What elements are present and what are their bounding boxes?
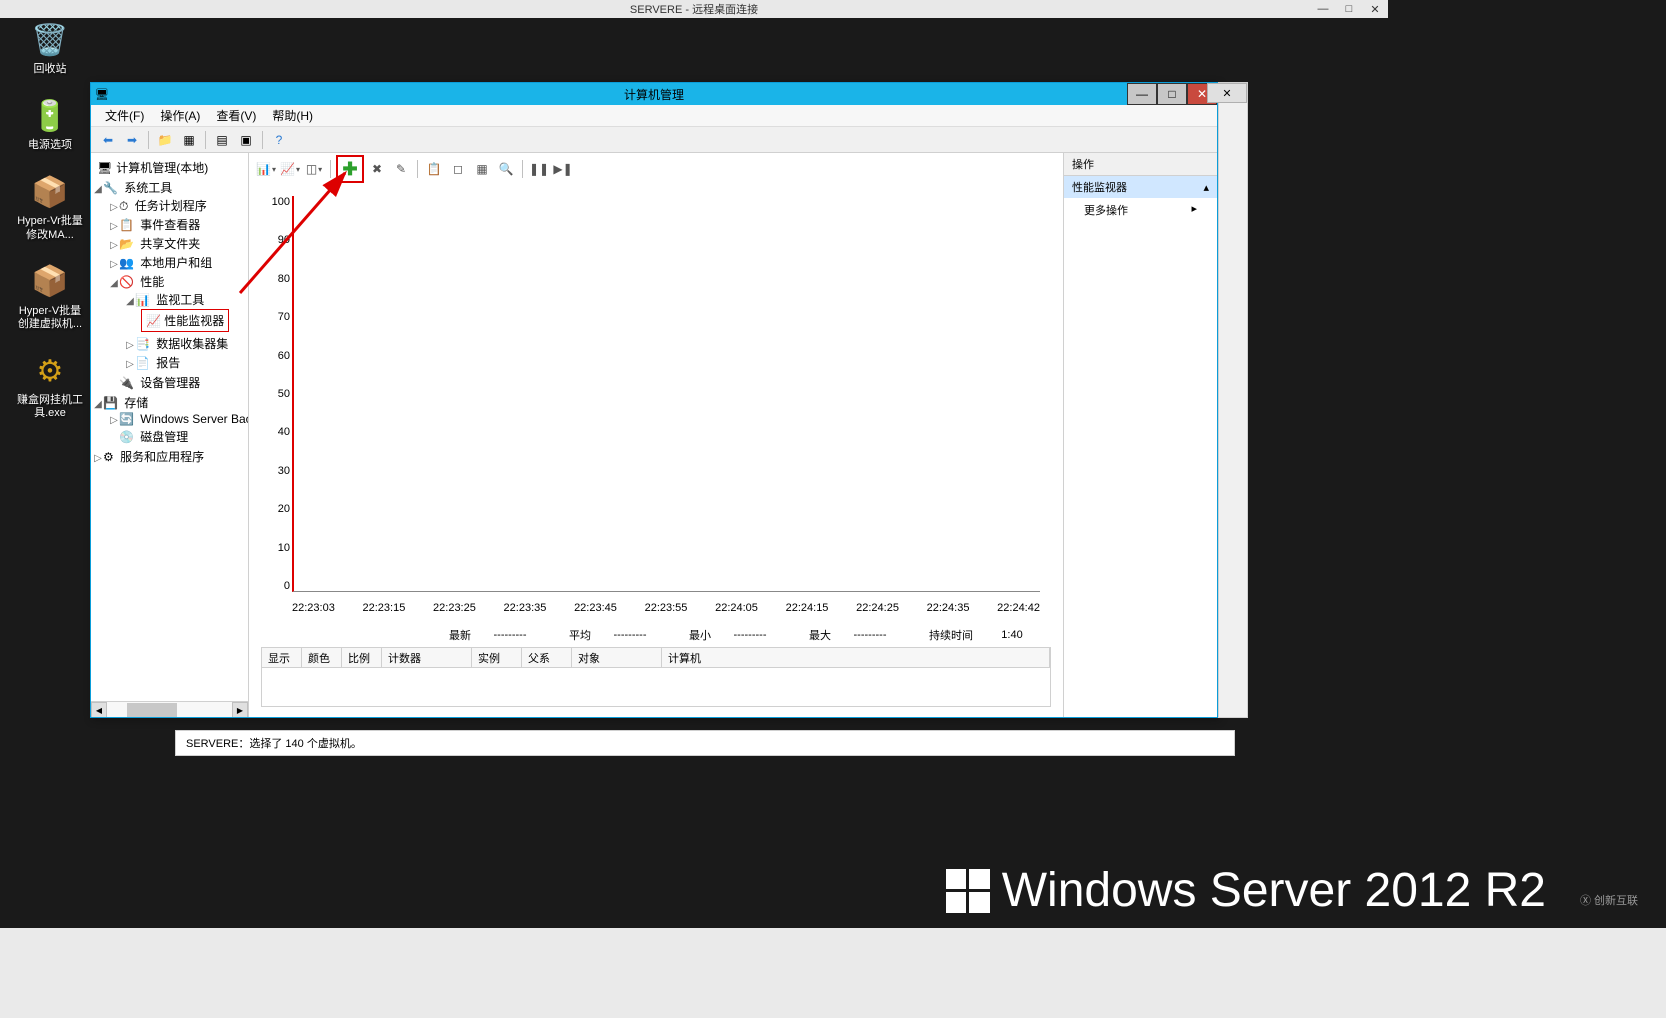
col-computer[interactable]: 计算机 (662, 648, 1050, 667)
desktop-icon-power[interactable]: 🔋 电源选项 (15, 96, 85, 152)
tree-system-tools[interactable]: 系统工具 (121, 180, 175, 196)
rdp-title-text: SERVERE - 远程桌面连接 (630, 1, 758, 17)
desktop-icon-tool[interactable]: ⚙ 赚盒网挂机工具.exe (15, 351, 85, 420)
archive-icon: 📦 (30, 172, 70, 212)
stats-row: 最新--------- 平均--------- 最小--------- 最大--… (253, 623, 1059, 647)
background-close[interactable]: ✕ (1207, 83, 1247, 103)
view-log-icon[interactable]: ◫ (303, 158, 325, 180)
main-panel: 📊 📈 ◫ ✚ ✖ ✎ 📋 ◻ ▦ 🔍 (249, 153, 1063, 717)
tree-event-viewer[interactable]: 事件查看器 (137, 217, 203, 233)
performance-chart[interactable]: 1009080706050403020100 22:23:0322:23:152… (261, 185, 1051, 623)
status-bar: SERVERE：选择了 140 个虚拟机。 (175, 730, 1235, 756)
tree-root[interactable]: 🖥 计算机管理(本地) (93, 157, 246, 178)
col-scale[interactable]: 比例 (342, 648, 382, 667)
paste-icon[interactable]: ◻ (447, 158, 469, 180)
col-instance[interactable]: 实例 (472, 648, 522, 667)
windows-icon (946, 869, 990, 913)
zoom-icon[interactable]: 🔍 (495, 158, 517, 180)
tree-storage[interactable]: 存储 (121, 395, 151, 411)
archive-icon: 📦 (30, 262, 70, 302)
tree-monitoring-tools[interactable]: 监视工具 (153, 292, 207, 308)
counter-table[interactable]: 显示 颜色 比例 计数器 实例 父系 对象 计算机 (261, 647, 1051, 707)
tree-scrollbar[interactable]: ◀ ▶ (91, 701, 248, 717)
col-counter[interactable]: 计数器 (382, 648, 472, 667)
menu-help[interactable]: 帮助(H) (266, 105, 319, 126)
battery-icon: 🔋 (30, 96, 70, 136)
cm-menubar: 文件(F) 操作(A) 查看(V) 帮助(H) (91, 105, 1217, 127)
actions-section[interactable]: 性能监视器▴ (1064, 176, 1217, 198)
col-object[interactable]: 对象 (572, 648, 662, 667)
scroll-right-icon[interactable]: ▶ (232, 702, 248, 717)
nav-back-icon[interactable]: ⬅ (97, 129, 119, 151)
cm-minimize[interactable]: — (1127, 83, 1157, 105)
status-text: SERVERE：选择了 140 个虚拟机。 (186, 738, 362, 750)
properties-icon[interactable]: ▦ (178, 129, 200, 151)
refresh-icon[interactable]: ▣ (235, 129, 257, 151)
tree-local-users[interactable]: 本地用户和组 (137, 255, 215, 271)
desktop-icon-hyperv-create[interactable]: 📦 Hyper-V批量创建虚拟机... (15, 262, 85, 331)
tree-shared-folders[interactable]: 共享文件夹 (137, 236, 203, 252)
view-type-icon[interactable]: 📊 (255, 158, 277, 180)
show-hide-icon[interactable]: 📁 (154, 129, 176, 151)
perf-toolbar: 📊 📈 ◫ ✚ ✖ ✎ 📋 ◻ ▦ 🔍 (253, 157, 1059, 181)
navigation-tree[interactable]: 🖥 计算机管理(本地) ◢🔧 系统工具 ▷⏱ 任务计划程序 ▷📋 事件查看器 ▷… (91, 153, 249, 717)
copy-icon[interactable]: 📋 (423, 158, 445, 180)
app-icon: ⚙ (30, 351, 70, 391)
recycle-icon: 🗑️ (30, 20, 70, 60)
export-icon[interactable]: ▤ (211, 129, 233, 151)
tree-wsb[interactable]: Windows Server Back (137, 411, 249, 427)
cm-titlebar: 🖥 计算机管理 — □ ✕ (91, 83, 1217, 105)
update-icon[interactable]: ▶❚ (552, 158, 574, 180)
computer-management-window: 🖥 计算机管理 — □ ✕ 文件(F) 操作(A) 查看(V) 帮助(H) ⬅ … (90, 82, 1218, 718)
tree-data-collector[interactable]: 数据收集器集 (153, 336, 231, 352)
actions-panel: 操作 性能监视器▴ 更多操作▸ (1063, 153, 1217, 717)
y-axis-labels: 1009080706050403020100 (262, 196, 290, 592)
col-show[interactable]: 显示 (262, 648, 302, 667)
desktop-icon-hyperv-ma[interactable]: 📦 Hyper-Vr批量修改MA... (15, 172, 85, 241)
rdp-titlebar: SERVERE - 远程桌面连接 — □ ✕ (0, 0, 1388, 18)
watermark: Ⓧ 创新互联 (1580, 892, 1638, 908)
x-axis-labels: 22:23:0322:23:1522:23:2522:23:3522:23:45… (292, 602, 1040, 614)
col-color[interactable]: 颜色 (302, 648, 342, 667)
nav-forward-icon[interactable]: ➡ (121, 129, 143, 151)
tree-services[interactable]: 服务和应用程序 (117, 449, 207, 465)
add-counter-highlight: ✚ (336, 155, 364, 183)
tree-task-scheduler[interactable]: 任务计划程序 (132, 198, 210, 214)
cm-icon: 🖥 (95, 88, 109, 101)
desktop-icon-recycle[interactable]: 🗑️ 回收站 (15, 20, 85, 76)
help-icon[interactable]: ? (268, 129, 290, 151)
tree-performance-monitor[interactable]: 📈 性能监视器 (141, 309, 229, 332)
cm-maximize[interactable]: □ (1157, 83, 1187, 105)
freeze-icon[interactable]: ❚❚ (528, 158, 550, 180)
actions-header: 操作 (1064, 153, 1217, 176)
collapse-icon: ▴ (1203, 181, 1209, 194)
actions-more[interactable]: 更多操作▸ (1064, 198, 1217, 222)
rdp-maximize[interactable]: □ (1336, 0, 1362, 18)
page-footer-area (0, 928, 1666, 1018)
tree-reports[interactable]: 报告 (153, 355, 183, 371)
tree-disk-mgmt[interactable]: 磁盘管理 (137, 429, 191, 445)
properties-icon[interactable]: ▦ (471, 158, 493, 180)
add-counter-button[interactable]: ✚ (339, 158, 361, 180)
cm-title-text: 计算机管理 (624, 86, 684, 103)
rdp-close[interactable]: ✕ (1362, 0, 1388, 18)
scroll-thumb[interactable] (127, 703, 177, 717)
view-graph-icon[interactable]: 📈 (279, 158, 301, 180)
rdp-window: SERVERE - 远程桌面连接 — □ ✕ 🗑️ 回收站 🔋 电源选项 📦 H… (0, 0, 1388, 760)
background-panel: ✕ (1218, 82, 1248, 718)
col-parent[interactable]: 父系 (522, 648, 572, 667)
menu-view[interactable]: 查看(V) (210, 105, 262, 126)
tree-device-manager[interactable]: 设备管理器 (137, 375, 203, 391)
tree-performance[interactable]: 性能 (137, 274, 167, 290)
menu-action[interactable]: 操作(A) (154, 105, 206, 126)
menu-file[interactable]: 文件(F) (99, 105, 150, 126)
cm-toolbar: ⬅ ➡ 📁 ▦ ▤ ▣ ? (91, 127, 1217, 153)
scroll-left-icon[interactable]: ◀ (91, 702, 107, 717)
delete-counter-icon[interactable]: ✖ (366, 158, 388, 180)
desktop-background: SERVERE - 远程桌面连接 — □ ✕ 🗑️ 回收站 🔋 电源选项 📦 H… (0, 0, 1666, 1018)
chevron-right-icon: ▸ (1191, 202, 1197, 218)
rdp-minimize[interactable]: — (1310, 0, 1336, 18)
windows-server-logo: Windows Server 2012 R2 (946, 863, 1546, 918)
highlight-icon[interactable]: ✎ (390, 158, 412, 180)
